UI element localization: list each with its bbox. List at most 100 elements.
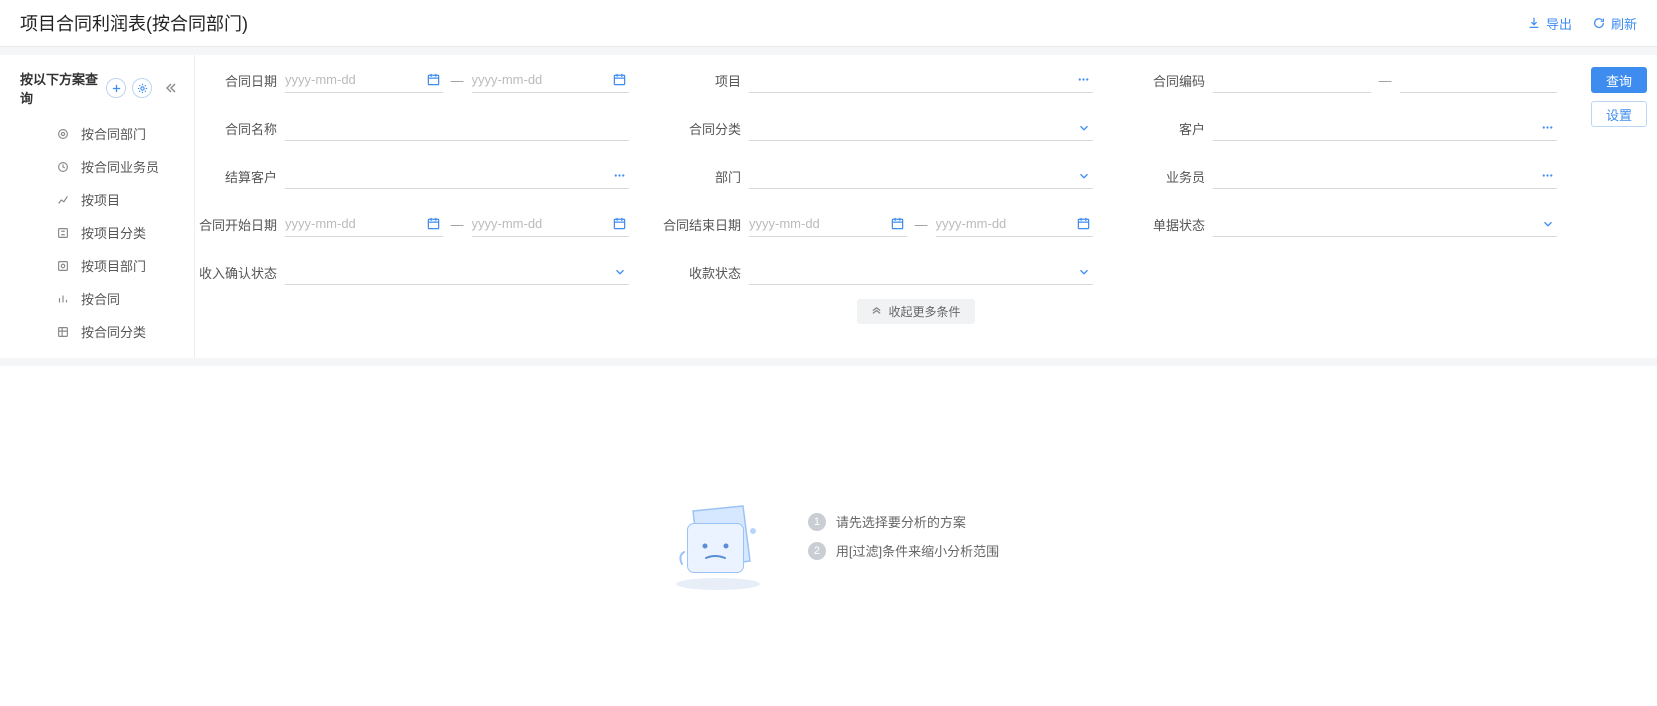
collapse-label: 收起更多条件 <box>888 303 960 320</box>
refresh-button[interactable]: 刷新 <box>1592 14 1637 33</box>
calendar-icon[interactable] <box>610 72 629 87</box>
sidebar-item-contract-salesman[interactable]: 按合同业务员 <box>0 150 194 183</box>
department-input[interactable] <box>749 168 1075 183</box>
filter-label: 业务员 <box>1123 167 1213 186</box>
contract-date-from-input[interactable] <box>285 72 424 87</box>
contract-code-to-input[interactable] <box>1400 72 1558 87</box>
chart-icon <box>55 192 71 208</box>
contract-date-to-input[interactable] <box>472 72 611 87</box>
end-date-to-input[interactable] <box>936 216 1075 231</box>
filter-project: 项目 <box>659 67 1093 93</box>
export-icon <box>1527 16 1541 30</box>
dept-icon <box>55 126 71 142</box>
chevron-double-left-icon <box>165 82 177 94</box>
filter-label: 合同分类 <box>659 119 749 138</box>
contract-category-input[interactable] <box>749 120 1075 135</box>
calendar-icon[interactable] <box>1074 216 1093 231</box>
query-button[interactable]: 查询 <box>1591 67 1647 93</box>
header-actions: 导出 刷新 <box>1527 14 1637 33</box>
collapse-filters-button[interactable]: 收起更多条件 <box>857 299 974 324</box>
table-icon <box>55 324 71 340</box>
salesman-input[interactable] <box>1213 168 1538 183</box>
filter-label: 合同开始日期 <box>195 215 285 234</box>
end-date-from-input[interactable] <box>749 216 888 231</box>
sidebar-item-contract-category[interactable]: 按合同分类 <box>0 315 194 348</box>
start-date-to-input[interactable] <box>472 216 611 231</box>
filter-revenue-status: 收入确认状态 <box>195 259 629 285</box>
settings-button[interactable]: 设置 <box>1591 101 1647 127</box>
bill-status-input[interactable] <box>1213 216 1539 231</box>
sidebar-item-label: 按合同业务员 <box>81 157 159 176</box>
ellipsis-icon[interactable] <box>1538 168 1557 183</box>
page-header: 项目合同利润表(按合同部门) 导出 刷新 <box>0 0 1657 47</box>
sidebar-item-contract[interactable]: 按合同 <box>0 282 194 315</box>
contract-code-from-input[interactable] <box>1213 72 1371 87</box>
receipt-status-input[interactable] <box>749 264 1075 279</box>
start-date-from-input[interactable] <box>285 216 424 231</box>
chevron-down-icon[interactable] <box>1075 169 1093 183</box>
gear-icon <box>137 83 148 94</box>
filter-label: 合同结束日期 <box>659 215 749 234</box>
calendar-icon[interactable] <box>424 216 443 231</box>
sidebar-item-label: 按项目 <box>81 190 120 209</box>
project-dept-icon <box>55 258 71 274</box>
ellipsis-icon[interactable] <box>1538 120 1557 135</box>
chevron-down-icon[interactable] <box>1539 217 1557 231</box>
page-title: 项目合同利润表(按合同部门) <box>20 10 248 36</box>
filters-area: 查询 设置 合同日期 — <box>195 55 1657 358</box>
chevron-down-icon[interactable] <box>1075 265 1093 279</box>
calendar-icon[interactable] <box>888 216 907 231</box>
contract-name-input[interactable] <box>285 120 629 135</box>
filter-label: 合同日期 <box>195 71 285 90</box>
export-label: 导出 <box>1546 14 1572 33</box>
chevron-down-icon[interactable] <box>1075 121 1093 135</box>
settings-scheme-button[interactable] <box>132 78 152 98</box>
sidebar-item-project[interactable]: 按项目 <box>0 183 194 216</box>
add-scheme-button[interactable] <box>106 78 126 98</box>
sidebar-item-contract-dept[interactable]: 按合同部门 <box>0 117 194 150</box>
sidebar-item-project-dept[interactable]: 按项目部门 <box>0 249 194 282</box>
sidebar-item-label: 按合同部门 <box>81 124 146 143</box>
filter-label: 单据状态 <box>1123 215 1213 234</box>
filter-contract-start-date: 合同开始日期 — <box>195 211 629 237</box>
settlement-customer-input[interactable] <box>285 168 610 183</box>
collapse-sidebar-button[interactable] <box>162 77 180 99</box>
filter-label: 收款状态 <box>659 263 749 282</box>
export-button[interactable]: 导出 <box>1527 14 1572 33</box>
plus-icon <box>111 83 122 94</box>
chevron-down-icon[interactable] <box>611 265 629 279</box>
step-text: 请先选择要分析的方案 <box>836 512 966 531</box>
empty-illustration <box>658 476 778 596</box>
sidebar-item-project-category[interactable]: 按项目分类 <box>0 216 194 249</box>
ellipsis-icon[interactable] <box>610 168 629 183</box>
filter-receipt-status: 收款状态 <box>659 259 1093 285</box>
ellipsis-icon[interactable] <box>1074 72 1093 87</box>
filter-label: 结算客户 <box>195 167 285 186</box>
range-dash: — <box>915 217 928 232</box>
help-step-1: 1 请先选择要分析的方案 <box>808 512 999 531</box>
sidebar-header: 按以下方案查询 <box>0 65 194 117</box>
chevron-double-up-icon <box>871 306 882 317</box>
sidebar-title: 按以下方案查询 <box>20 69 106 107</box>
revenue-status-input[interactable] <box>285 264 611 279</box>
calendar-icon[interactable] <box>424 72 443 87</box>
filter-label: 项目 <box>659 71 749 90</box>
filter-label: 客户 <box>1123 119 1213 138</box>
refresh-icon <box>1592 16 1606 30</box>
filter-contract-date: 合同日期 — <box>195 67 629 93</box>
filter-label: 收入确认状态 <box>195 263 285 282</box>
filter-contract-end-date: 合同结束日期 — <box>659 211 1093 237</box>
project-input[interactable] <box>749 72 1074 87</box>
calendar-icon[interactable] <box>610 216 629 231</box>
sidebar-item-label: 按项目分类 <box>81 223 146 242</box>
filter-label: 部门 <box>659 167 749 186</box>
sidebar-item-label: 按项目部门 <box>81 256 146 275</box>
clock-icon <box>55 159 71 175</box>
customer-input[interactable] <box>1213 120 1538 135</box>
sidebar-item-label: 按合同 <box>81 289 120 308</box>
help-step-2: 2 用[过滤]条件来缩小分析范围 <box>808 541 999 560</box>
filter-customer: 客户 <box>1123 115 1557 141</box>
filter-label: 合同名称 <box>195 119 285 138</box>
filter-label: 合同编码 <box>1123 71 1213 90</box>
category-icon <box>55 225 71 241</box>
